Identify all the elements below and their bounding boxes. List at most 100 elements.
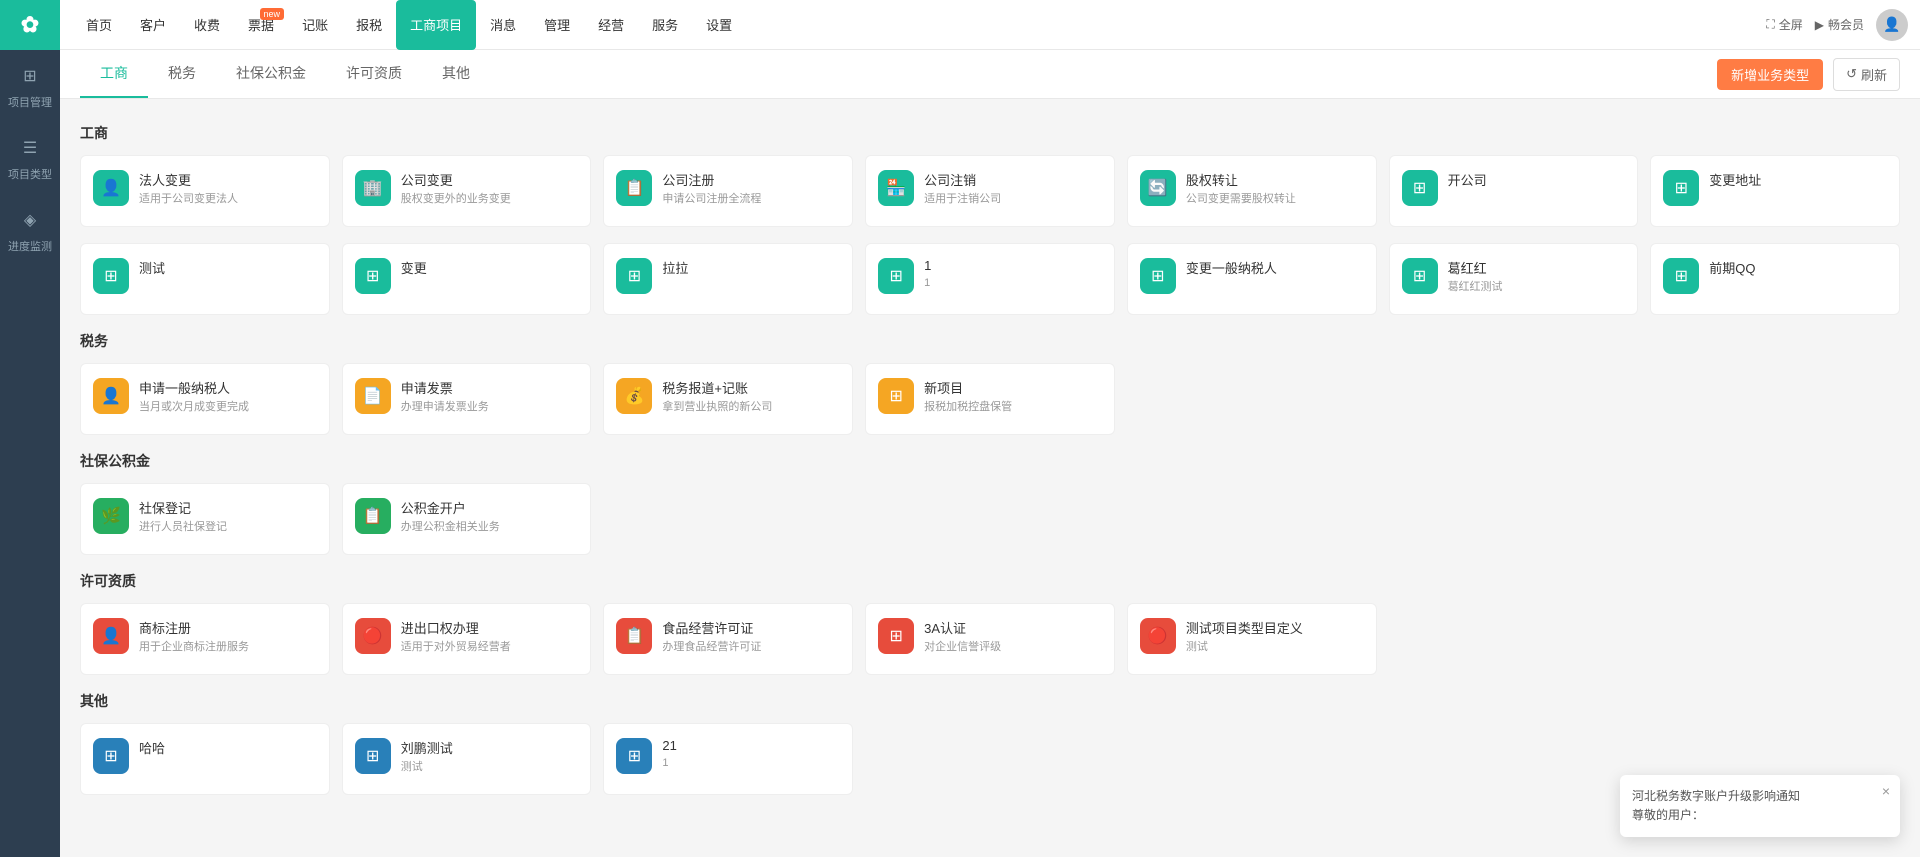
nav-industry[interactable]: 工商项目 (396, 0, 476, 50)
tab-license[interactable]: 许可资质 (326, 50, 422, 98)
card-equity-transfer[interactable]: 🔄 股权转让 公司变更需要股权转让 (1127, 155, 1377, 227)
card-food-license[interactable]: 📋 食品经营许可证 办理食品经营许可证 (603, 603, 853, 675)
card-change1[interactable]: ⊞ 变更 (342, 243, 592, 315)
card-title: 刘鹏测试 (401, 738, 579, 757)
card-3a[interactable]: ⊞ 3A认证 对企业信誉评级 (865, 603, 1115, 675)
card-icon-food-license: 📋 (616, 618, 652, 654)
card-icon-one: ⊞ (878, 258, 914, 294)
card-21[interactable]: ⊞ 21 1 (603, 723, 853, 795)
card-icon-mohonghong: ⊞ (1402, 258, 1438, 294)
avatar-icon: 👤 (1883, 16, 1900, 33)
card-desc: 测试 (1186, 640, 1364, 655)
new-type-button[interactable]: 新增业务类型 (1717, 59, 1823, 90)
main-container: 首页 客户 收费 票据 new 记账 报税 工商项目 消息 管理 经营 服务 设… (60, 0, 1920, 857)
card-trademark[interactable]: 👤 商标注册 用于企业商标注册服务 (80, 603, 330, 675)
nav-settings[interactable]: 设置 (692, 0, 746, 50)
tab-social-security[interactable]: 社保公积金 (216, 50, 326, 98)
card-haha[interactable]: ⊞ 哈哈 (80, 723, 330, 795)
cards-grid-industry-row2: ⊞ 测试 ⊞ 变更 ⊞ 拉拉 (80, 243, 1900, 315)
nav-bookkeeping[interactable]: 记账 (288, 0, 342, 50)
card-mohonghong[interactable]: ⊞ 葛红红 葛红红测试 (1389, 243, 1639, 315)
nav-tickets[interactable]: 票据 new (234, 0, 288, 50)
refresh-button[interactable]: ↺ 刷新 (1833, 58, 1900, 91)
card-icon-3a: ⊞ (878, 618, 914, 654)
tab-industry[interactable]: 工商 (80, 50, 148, 98)
card-company-change[interactable]: 🏢 公司变更 股权变更外的业务变更 (342, 155, 592, 227)
sidebar-item-project-type[interactable]: ☰ 项目类型 (0, 122, 60, 194)
new-badge: new (260, 8, 285, 20)
member-button[interactable]: ▶ 畅会员 (1815, 16, 1864, 33)
card-liupeng[interactable]: ⊞ 刘鹏测试 测试 (342, 723, 592, 795)
card-desc: 办理食品经营许可证 (662, 640, 840, 655)
card-title: 公司注册 (662, 170, 840, 189)
card-title: 申请一般纳税人 (139, 378, 317, 397)
card-company-register[interactable]: 📋 公司注册 申请公司注册全流程 (603, 155, 853, 227)
card-change-general[interactable]: ⊞ 变更一般纳税人 (1127, 243, 1377, 315)
card-icon-fund-open: 📋 (355, 498, 391, 534)
nav-tax[interactable]: 报税 (342, 0, 396, 50)
card-icon-21: ⊞ (616, 738, 652, 774)
card-desc: 适用于公司变更法人 (139, 192, 317, 207)
avatar[interactable]: 👤 (1876, 9, 1908, 41)
card-change-address[interactable]: ⊞ 变更地址 (1650, 155, 1900, 227)
card-desc: 办理公积金相关业务 (401, 520, 579, 535)
tab-bar: 工商 税务 社保公积金 许可资质 其他 (80, 50, 1717, 98)
sidebar-item-progress-monitor[interactable]: ◈ 进度监测 (0, 194, 60, 266)
topnav-right: ⛶ 全屏 ▶ 畅会员 👤 (1766, 9, 1908, 41)
card-test-type[interactable]: 🔴 测试项目类型目定义 测试 (1127, 603, 1377, 675)
card-desc: 当月或次月成变更完成 (139, 400, 317, 415)
card-lala[interactable]: ⊞ 拉拉 (603, 243, 853, 315)
sidebar: ✿ ⊞ 项目管理 ☰ 项目类型 ◈ 进度监测 (0, 0, 60, 857)
card-icon-import-export: 🔴 (355, 618, 391, 654)
card-title: 拉拉 (662, 258, 840, 277)
nav-billing[interactable]: 收费 (180, 0, 234, 50)
card-title: 法人变更 (139, 170, 317, 189)
card-import-export[interactable]: 🔴 进出口权办理 适用于对外贸易经营者 (342, 603, 592, 675)
card-title: 测试 (139, 258, 317, 277)
nav-messages[interactable]: 消息 (476, 0, 530, 50)
card-icon-apply-general: 👤 (93, 378, 129, 414)
card-icon-change-address: ⊞ (1663, 170, 1699, 206)
card-tax-report[interactable]: 💰 税务报道+记账 拿到营业执照的新公司 (603, 363, 853, 435)
nav-operations[interactable]: 经营 (584, 0, 638, 50)
notification-close-button[interactable]: × (1882, 783, 1890, 799)
card-icon-haha: ⊞ (93, 738, 129, 774)
section-title-social: 社保公积金 (80, 451, 1900, 471)
nav-home[interactable]: 首页 (72, 0, 126, 50)
card-front-qq[interactable]: ⊞ 前期QQ (1650, 243, 1900, 315)
refresh-icon: ↺ (1846, 66, 1857, 82)
logo[interactable]: ✿ (0, 0, 60, 50)
card-title: 变更地址 (1709, 170, 1887, 189)
nav-customer[interactable]: 客户 (126, 0, 180, 50)
card-apply-general[interactable]: 👤 申请一般纳税人 当月或次月成变更完成 (80, 363, 330, 435)
card-apply-invoice[interactable]: 📄 申请发票 办理申请发票业务 (342, 363, 592, 435)
cards-grid-industry: 👤 法人变更 适用于公司变更法人 🏢 公司变更 股权变更外的业务变更 📋 (80, 155, 1900, 227)
card-title: 新项目 (924, 378, 1102, 397)
card-title: 商标注册 (139, 618, 317, 637)
card-test1[interactable]: ⊞ 测试 (80, 243, 330, 315)
card-title: 进出口权办理 (401, 618, 579, 637)
sidebar-item-project-manage[interactable]: ⊞ 项目管理 (0, 50, 60, 122)
fullscreen-button[interactable]: ⛶ 全屏 (1766, 16, 1802, 33)
card-one[interactable]: ⊞ 1 1 (865, 243, 1115, 315)
card-icon-social-register: 🌿 (93, 498, 129, 534)
nav-service[interactable]: 服务 (638, 0, 692, 50)
section-title-license: 许可资质 (80, 571, 1900, 591)
tab-tax[interactable]: 税务 (148, 50, 216, 98)
card-desc: 葛红红测试 (1448, 280, 1626, 295)
card-social-register[interactable]: 🌿 社保登记 进行人员社保登记 (80, 483, 330, 555)
nav-manage[interactable]: 管理 (530, 0, 584, 50)
member-icon: ▶ (1815, 18, 1824, 32)
card-legal-change[interactable]: 👤 法人变更 适用于公司变更法人 (80, 155, 330, 227)
card-new-project[interactable]: ⊞ 新项目 报税加税控盘保管 (865, 363, 1115, 435)
card-title: 变更 (401, 258, 579, 277)
cards-grid-social: 🌿 社保登记 进行人员社保登记 📋 公积金开户 办理公积金相关业务 (80, 483, 1900, 555)
tab-other[interactable]: 其他 (422, 50, 490, 98)
card-fund-open[interactable]: 📋 公积金开户 办理公积金相关业务 (342, 483, 592, 555)
card-title: 股权转让 (1186, 170, 1364, 189)
card-title: 测试项目类型目定义 (1186, 618, 1364, 637)
card-open-company[interactable]: ⊞ 开公司 (1389, 155, 1639, 227)
topnav-items: 首页 客户 收费 票据 new 记账 报税 工商项目 消息 管理 经营 服务 设… (72, 0, 1766, 50)
card-company-cancel[interactable]: 🏪 公司注销 适用于注销公司 (865, 155, 1115, 227)
topnav: 首页 客户 收费 票据 new 记账 报税 工商项目 消息 管理 经营 服务 设… (60, 0, 1920, 50)
